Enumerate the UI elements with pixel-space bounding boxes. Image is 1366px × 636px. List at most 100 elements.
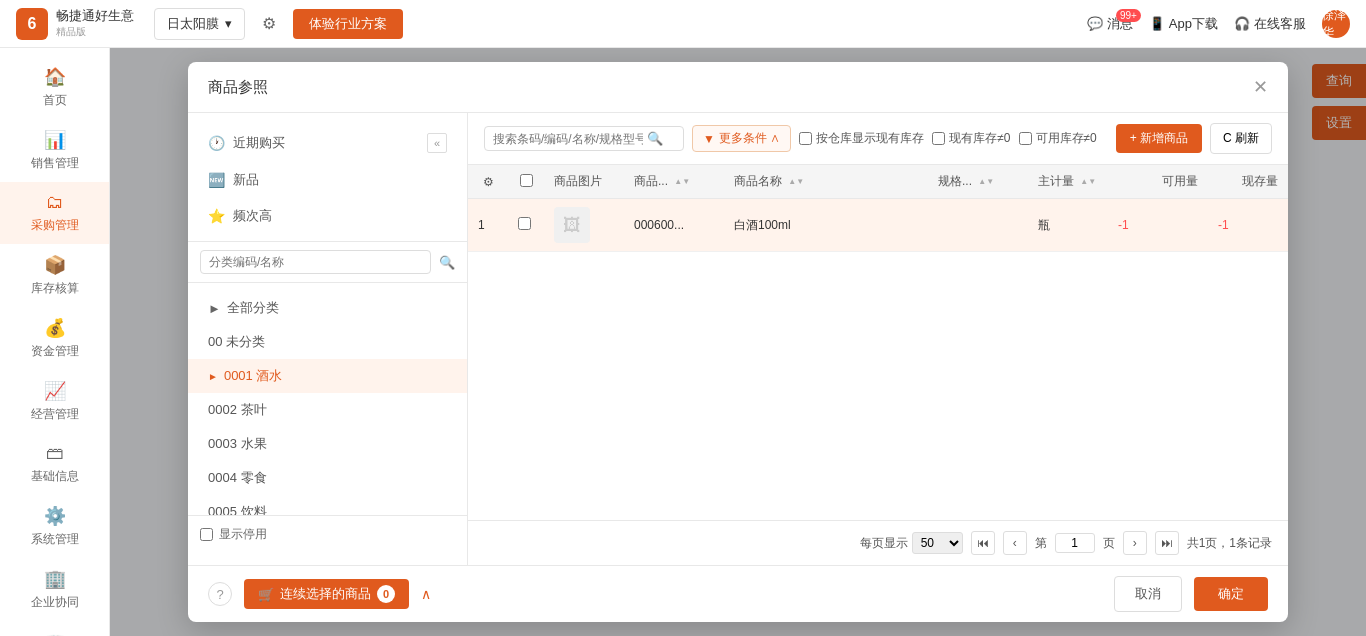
nav-right: 💬 消息 99+ 📱 App下载 🎧 在线客服 徐泽华 [1087,10,1350,38]
confirm-button[interactable]: 确定 [1194,577,1268,611]
experience-button[interactable]: 体验行业方案 [293,9,403,39]
logo-title: 畅捷通好生意 [56,8,134,25]
purchase-icon: 🗂 [46,192,64,213]
show-disabled-checkbox[interactable] [200,528,213,541]
modal-overlay: 商品参照 ✕ 🕐 近期购买 « � [110,48,1366,636]
total-info: 共1页，1条记录 [1187,535,1272,552]
show-disabled-label: 显示停用 [219,526,267,543]
search-icon[interactable]: 🔍 [439,255,455,270]
cell-num: 1 [468,199,508,252]
category-0002[interactable]: 0002 茶叶 [188,393,467,427]
logo-area: 6 畅捷通好生意 精品版 [16,8,134,40]
cart-button[interactable]: 🛒 连续选择的商品 0 [244,579,409,609]
category-0001[interactable]: ► 0001 酒水 [188,359,467,393]
row-checkbox[interactable] [518,217,531,230]
messages-badge: 99+ [1116,9,1141,22]
collapse-button[interactable]: « [427,133,447,153]
cart-count: 0 [377,585,395,603]
th-code[interactable]: 商品... ▲▼ [624,165,724,199]
table-row[interactable]: 1 🖼 000600... 白酒100ml [468,199,1288,252]
checkbox-available-ne0[interactable]: 现有库存≠0 [932,130,1010,147]
left-panel-nav: 🕐 近期购买 « 🆕 新品 ⭐ 频次高 [188,125,467,242]
checkbox-warehouse[interactable]: 按仓库显示现有库存 [799,130,924,147]
usable-ne0-checkbox[interactable] [1019,132,1032,145]
category-label: 0001 酒水 [224,367,283,385]
search-icon[interactable]: 🔍 [647,131,663,146]
nav-frequent-label: 频次高 [233,207,272,225]
sidebar-item-guide[interactable]: 📖 新手引导 [0,621,109,636]
new-product-button[interactable]: + 新增商品 [1116,124,1202,153]
operations-icon: 📈 [44,380,66,402]
page-size-label: 每页显示 [860,535,908,552]
prev-page-button[interactable]: ‹ [1003,531,1027,555]
checkbox-usable-ne0[interactable]: 可用库存≠0 [1019,130,1097,147]
sidebar-item-home[interactable]: 🏠 首页 [0,56,109,119]
sidebar-item-sales[interactable]: 📊 销售管理 [0,119,109,182]
checkbox-usable-label: 可用库存≠0 [1036,130,1097,147]
search-wrap: 🔍 [484,126,684,151]
category-00[interactable]: 00 未分类 [188,325,467,359]
table-header: ⚙ 商品图片 [468,165,1288,199]
nav-frequent[interactable]: ⭐ 频次高 [196,199,459,233]
th-checkbox [508,165,544,199]
cancel-button[interactable]: 取消 [1114,576,1182,612]
settings-icon[interactable]: ⚙ [483,175,494,189]
refresh-button[interactable]: C 刷新 [1210,123,1272,154]
star-icon: ⭐ [208,208,225,224]
select-all-checkbox[interactable] [520,174,533,187]
modal-close-button[interactable]: ✕ [1253,76,1268,98]
category-all[interactable]: ► 全部分类 [188,291,467,325]
left-panel: 🕐 近期购买 « 🆕 新品 ⭐ 频次高 [188,113,468,565]
sidebar-item-purchase[interactable]: 🗂 采购管理 [0,182,109,244]
first-page-button[interactable]: ⏮ [971,531,995,555]
sidebar-item-basic[interactable]: 🗃 基础信息 [0,433,109,495]
online-service-button[interactable]: 🎧 在线客服 [1234,15,1306,33]
product-table-container: ⚙ 商品图片 [468,165,1288,520]
sidebar-item-system[interactable]: ⚙️ 系统管理 [0,495,109,558]
filter-icon: ▼ [703,132,715,146]
last-page-button[interactable]: ⏭ [1155,531,1179,555]
help-button[interactable]: ? [208,582,232,606]
sidebar-item-label: 库存核算 [31,280,79,297]
sort-icon: ▲▼ [674,177,690,186]
category-label: 0002 茶叶 [208,401,267,419]
category-search: 🔍 [188,242,467,283]
sidebar-item-label: 企业协同 [31,594,79,611]
sidebar-item-operations[interactable]: 📈 经营管理 [0,370,109,433]
arrow-icon: ► [208,301,221,316]
category-0004[interactable]: 0004 零食 [188,461,467,495]
sidebar-item-enterprise[interactable]: 🏢 企业协同 [0,558,109,621]
next-page-button[interactable]: › [1123,531,1147,555]
category-0005[interactable]: 0005 饮料 [188,495,467,515]
nav-new-product[interactable]: 🆕 新品 [196,163,459,197]
search-input[interactable] [493,132,643,146]
th-unit[interactable]: 主计量 ▲▼ [1028,165,1108,199]
page-number-input[interactable] [1055,533,1095,553]
filter-button[interactable]: ▼ 更多条件 ∧ [692,125,791,152]
sidebar-item-finance[interactable]: 💰 资金管理 [0,307,109,370]
new-icon: 🆕 [208,172,225,188]
download-icon: 📱 [1149,16,1165,31]
sort-icon: ▲▼ [1080,177,1096,186]
sidebar-item-inventory[interactable]: 📦 库存核算 [0,244,109,307]
sidebar-item-label: 首页 [43,92,67,109]
warehouse-checkbox[interactable] [799,132,812,145]
nav-dropdown[interactable]: 日太阳膜 ▾ [154,8,245,40]
cell-checkbox [508,199,544,252]
user-avatar[interactable]: 徐泽华 [1322,10,1350,38]
checkbox-warehouse-label: 按仓库显示现有库存 [816,130,924,147]
th-spec[interactable]: 规格... ▲▼ [928,165,1028,199]
collapse-arrow-icon[interactable]: ∧ [421,586,431,602]
available-ne0-checkbox[interactable] [932,132,945,145]
app-download-button[interactable]: 📱 App下载 [1149,15,1218,33]
messages-button[interactable]: 💬 消息 99+ [1087,15,1133,33]
message-icon: 💬 [1087,16,1103,31]
clock-icon: 🕐 [208,135,225,151]
gear-icon[interactable]: ⚙ [253,8,285,40]
table-body: 1 🖼 000600... 白酒100ml [468,199,1288,252]
page-size-dropdown[interactable]: 50 10 20 100 [912,532,963,554]
nav-recent-purchase[interactable]: 🕐 近期购买 « [196,125,459,161]
category-search-input[interactable] [200,250,431,274]
category-0003[interactable]: 0003 水果 [188,427,467,461]
th-name[interactable]: 商品名称 ▲▼ [724,165,928,199]
